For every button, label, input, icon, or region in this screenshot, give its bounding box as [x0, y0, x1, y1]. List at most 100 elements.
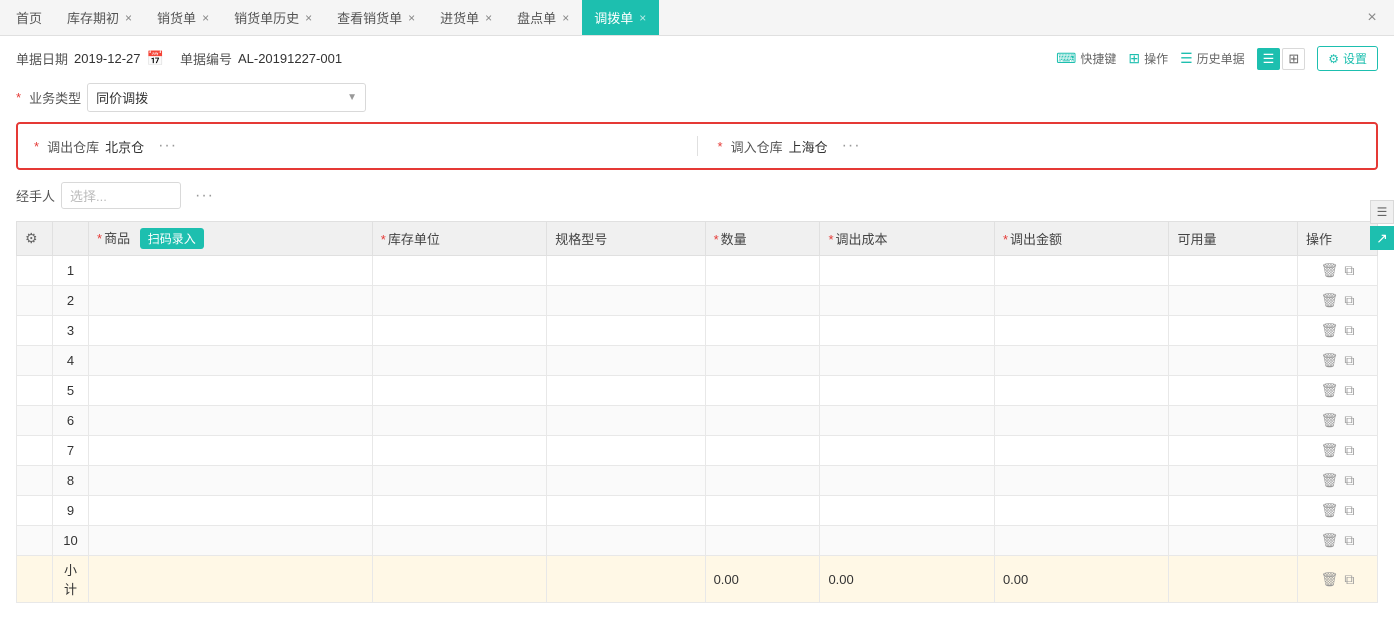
delete-icon[interactable]: 🗑	[1321, 532, 1339, 549]
row-cost[interactable]	[820, 496, 995, 526]
row-amount[interactable]	[994, 256, 1169, 286]
row-cost[interactable]	[820, 406, 995, 436]
shortcuts-button[interactable]: ⌨ 快捷键	[1056, 50, 1116, 67]
row-qty[interactable]	[705, 466, 820, 496]
delete-icon[interactable]: 🗑	[1321, 472, 1339, 489]
row-cost[interactable]	[820, 286, 995, 316]
row-product[interactable]	[89, 286, 373, 316]
settings-button[interactable]: ⚙ 设置	[1317, 46, 1378, 71]
row-cost[interactable]	[820, 526, 995, 556]
delete-icon[interactable]: 🗑	[1321, 322, 1339, 339]
row-unit[interactable]	[372, 376, 547, 406]
row-unit[interactable]	[372, 556, 547, 603]
row-cost[interactable]	[820, 436, 995, 466]
row-unit[interactable]	[372, 256, 547, 286]
row-spec[interactable]	[547, 376, 705, 406]
row-product[interactable]	[89, 406, 373, 436]
delete-icon[interactable]: 🗑	[1321, 352, 1339, 369]
row-unit[interactable]	[372, 406, 547, 436]
row-cost[interactable]: 0.00	[820, 556, 995, 603]
copy-icon[interactable]: ⧉	[1344, 322, 1354, 339]
row-spec[interactable]	[547, 526, 705, 556]
row-qty[interactable]	[705, 526, 820, 556]
tab-purchase-order-close[interactable]: ×	[485, 11, 492, 25]
row-spec[interactable]	[547, 466, 705, 496]
row-available[interactable]	[1169, 526, 1298, 556]
date-value[interactable]: 2019-12-27	[74, 51, 141, 66]
row-amount[interactable]	[994, 526, 1169, 556]
tab-purchase-order[interactable]: 进货单 ×	[428, 0, 505, 35]
row-available[interactable]	[1169, 496, 1298, 526]
calendar-icon[interactable]: 📅	[147, 50, 164, 67]
row-available[interactable]	[1169, 406, 1298, 436]
gear-icon[interactable]: ⚙	[25, 230, 38, 246]
row-spec[interactable]	[547, 496, 705, 526]
tab-view-sales-close[interactable]: ×	[408, 11, 415, 25]
row-product[interactable]	[89, 496, 373, 526]
row-cost[interactable]	[820, 256, 995, 286]
delete-icon[interactable]: 🗑	[1321, 262, 1339, 279]
row-unit[interactable]	[372, 286, 547, 316]
tab-home[interactable]: 首页	[4, 0, 55, 35]
row-product[interactable]	[89, 436, 373, 466]
warehouse-in-more-btn[interactable]: ···	[842, 137, 861, 155]
float-list-icon[interactable]: ☰	[1370, 200, 1394, 224]
delete-icon[interactable]: 🗑	[1321, 412, 1339, 429]
layout-list-btn[interactable]: ☰	[1257, 48, 1281, 70]
row-unit[interactable]	[372, 496, 547, 526]
tab-inventory-check-close[interactable]: ×	[562, 11, 569, 25]
tab-inventory-init-close[interactable]: ×	[125, 11, 132, 25]
layout-grid-btn[interactable]: ⊞	[1282, 48, 1305, 70]
copy-icon[interactable]: ⧉	[1344, 502, 1354, 519]
handler-select[interactable]: 选择...	[61, 182, 181, 209]
row-qty[interactable]	[705, 406, 820, 436]
row-cost[interactable]	[820, 316, 995, 346]
tab-transfer-order[interactable]: 调拨单 ×	[582, 0, 659, 35]
row-available[interactable]	[1169, 286, 1298, 316]
row-available[interactable]	[1169, 436, 1298, 466]
tab-sales-order[interactable]: 销货单 ×	[145, 0, 222, 35]
row-product[interactable]	[89, 376, 373, 406]
row-amount[interactable]	[994, 436, 1169, 466]
scan-btn[interactable]: 扫码录入	[140, 228, 204, 249]
row-amount[interactable]	[994, 496, 1169, 526]
handler-more-btn[interactable]: ···	[195, 187, 214, 205]
row-spec[interactable]	[547, 256, 705, 286]
delete-icon[interactable]: 🗑	[1321, 442, 1339, 459]
copy-icon[interactable]: ⧉	[1344, 571, 1354, 588]
copy-icon[interactable]: ⧉	[1344, 412, 1354, 429]
tab-sales-order-close[interactable]: ×	[202, 11, 209, 25]
row-spec[interactable]	[547, 286, 705, 316]
th-gear[interactable]: ⚙	[17, 222, 53, 256]
row-qty[interactable]	[705, 316, 820, 346]
row-amount[interactable]	[994, 316, 1169, 346]
delete-icon[interactable]: 🗑	[1321, 292, 1339, 309]
row-available[interactable]	[1169, 256, 1298, 286]
row-cost[interactable]	[820, 466, 995, 496]
row-qty[interactable]	[705, 286, 820, 316]
row-available[interactable]	[1169, 556, 1298, 603]
row-product[interactable]	[89, 466, 373, 496]
tab-inventory-check[interactable]: 盘点单 ×	[505, 0, 582, 35]
row-unit[interactable]	[372, 526, 547, 556]
copy-icon[interactable]: ⧉	[1344, 382, 1354, 399]
tab-view-sales[interactable]: 查看销货单 ×	[325, 0, 428, 35]
row-spec[interactable]	[547, 316, 705, 346]
row-available[interactable]	[1169, 376, 1298, 406]
row-spec[interactable]	[547, 556, 705, 603]
row-available[interactable]	[1169, 466, 1298, 496]
row-product[interactable]	[89, 316, 373, 346]
row-available[interactable]	[1169, 316, 1298, 346]
copy-icon[interactable]: ⧉	[1344, 442, 1354, 459]
row-product[interactable]	[89, 526, 373, 556]
copy-icon[interactable]: ⧉	[1344, 352, 1354, 369]
warehouse-in-value[interactable]: 上海仓	[789, 137, 828, 156]
row-amount[interactable]	[994, 466, 1169, 496]
history-button[interactable]: ☰ 历史单据	[1180, 50, 1245, 67]
row-qty[interactable]	[705, 346, 820, 376]
row-product[interactable]	[89, 346, 373, 376]
row-cost[interactable]	[820, 376, 995, 406]
delete-icon[interactable]: 🗑	[1321, 382, 1339, 399]
warehouse-out-more-btn[interactable]: ···	[158, 137, 177, 155]
row-available[interactable]	[1169, 346, 1298, 376]
